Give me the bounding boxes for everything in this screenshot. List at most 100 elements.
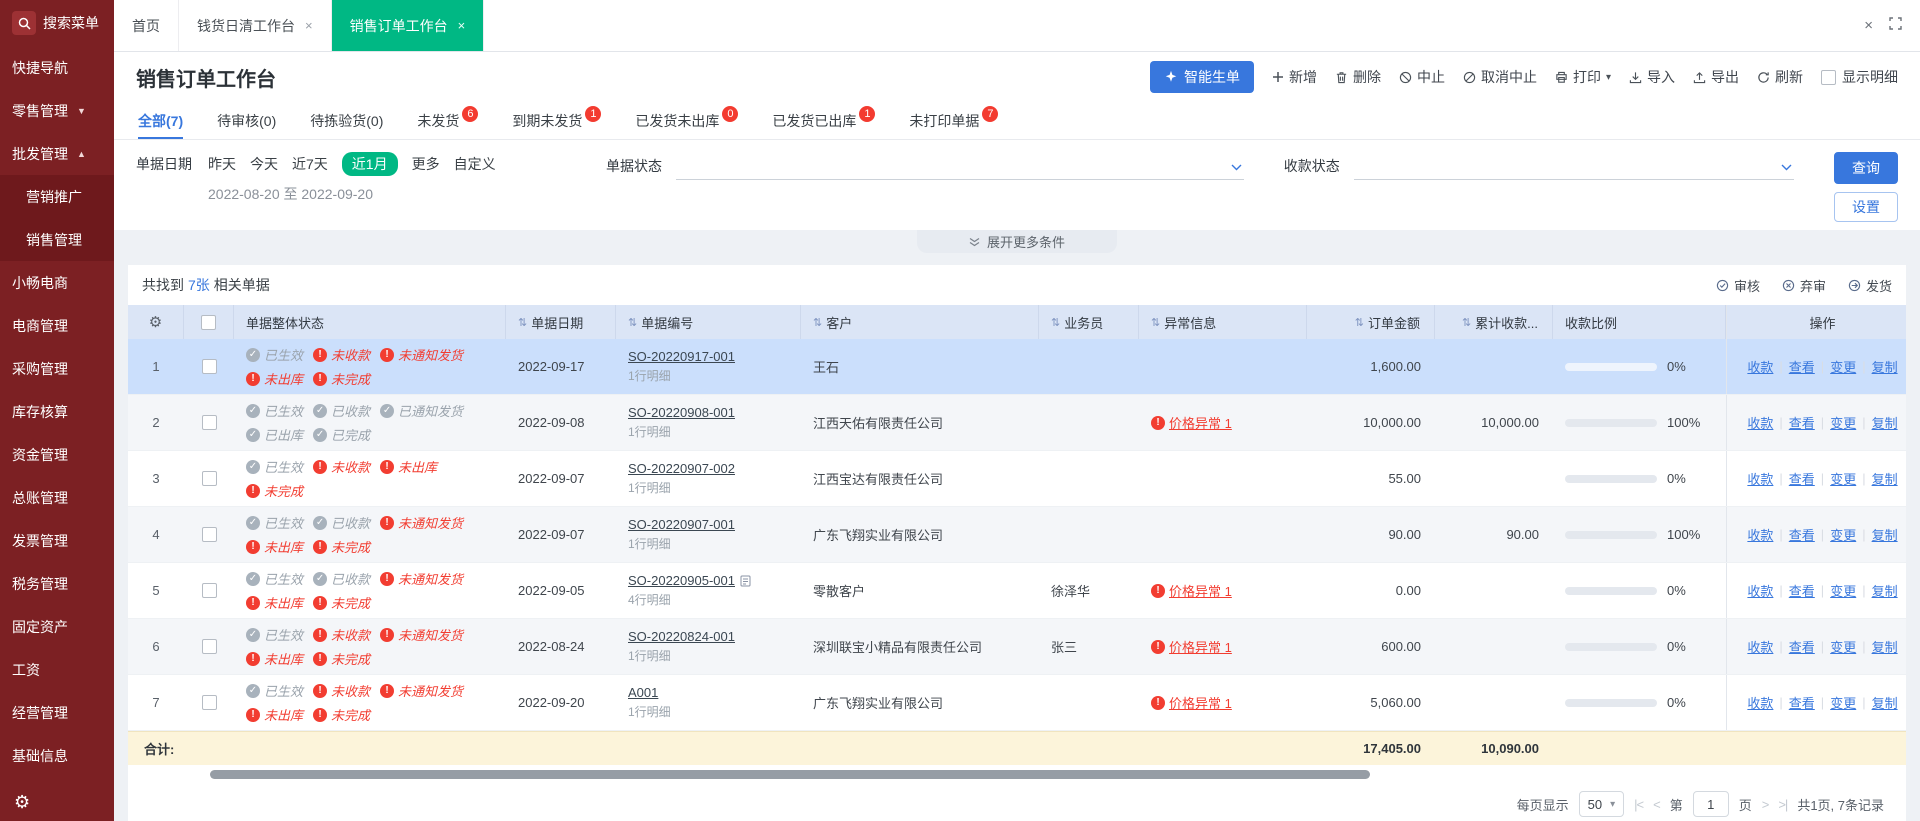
price-error-link[interactable]: 价格异常 1 xyxy=(1151,637,1232,656)
header-amount[interactable]: ⇅ 订单金额 xyxy=(1307,305,1435,339)
sidebar-item-base-info[interactable]: 基础信息 xyxy=(0,734,114,777)
quick-7days[interactable]: 近7天 xyxy=(292,154,328,174)
filter-tab-pending-pick[interactable]: 待拣验货(0) xyxy=(310,102,383,139)
price-error-link[interactable]: 价格异常 1 xyxy=(1151,413,1232,432)
row-checkbox[interactable] xyxy=(201,415,217,430)
column-settings-header[interactable]: ⚙ xyxy=(128,305,184,339)
filter-tab-all[interactable]: 全部(7) xyxy=(138,102,183,139)
expand-more-conditions[interactable]: 展开更多条件 xyxy=(917,230,1117,253)
quick-custom[interactable]: 自定义 xyxy=(454,154,496,174)
header-date[interactable]: ⇅ 单据日期 xyxy=(506,305,616,339)
per-page-select[interactable]: 50 ▾ xyxy=(1578,791,1625,817)
header-code[interactable]: ⇅ 单据编号 xyxy=(616,305,801,339)
filter-tab-shipped-not-out[interactable]: 已发货未出库 0 xyxy=(635,102,739,139)
next-page-icon[interactable]: > xyxy=(1762,797,1770,812)
header-salesman[interactable]: ⇅ 业务员 xyxy=(1039,305,1139,339)
import-button[interactable]: 导入 xyxy=(1629,67,1675,87)
quick-yesterday[interactable]: 昨天 xyxy=(208,154,236,174)
sidebar-item-invoice[interactable]: 发票管理 xyxy=(0,519,114,562)
op-change[interactable]: 变更 xyxy=(1830,581,1856,600)
op-collect[interactable]: 收款 xyxy=(1747,469,1773,488)
op-view[interactable]: 查看 xyxy=(1789,469,1815,488)
header-customer[interactable]: ⇅ 客户 xyxy=(801,305,1039,339)
op-view[interactable]: 查看 xyxy=(1789,693,1815,712)
sidebar-item-quick-nav[interactable]: 快捷导航 xyxy=(0,46,114,89)
op-copy[interactable]: 复制 xyxy=(1872,413,1898,432)
smart-generate-button[interactable]: 智能生单 xyxy=(1149,61,1254,93)
tab-close-icon[interactable]: × xyxy=(458,18,466,33)
doc-code-link[interactable]: SO-20220907-002 xyxy=(628,461,735,476)
sidebar-item-retail[interactable]: 零售管理 ▼ xyxy=(0,89,114,132)
cancel-abort-button[interactable]: 取消中止 xyxy=(1463,67,1537,87)
tab-sales-order-workbench[interactable]: 销售订单工作台 × xyxy=(331,0,485,51)
table-row[interactable]: 7 已生效 未收款 未通知发货 未出库 未完成 2022-09-20 A001 … xyxy=(128,675,1906,731)
delete-button[interactable]: 删除 xyxy=(1335,67,1381,87)
payment-status-select[interactable] xyxy=(1353,156,1794,180)
table-row[interactable]: 1 已生效 未收款 未通知发货 未出库 未完成 2022-09-17 SO-20… xyxy=(128,339,1906,395)
tab-daily-clearing[interactable]: 钱货日清工作台 × xyxy=(179,0,332,51)
row-checkbox[interactable] xyxy=(201,471,217,486)
op-copy[interactable]: 复制 xyxy=(1872,525,1898,544)
op-copy[interactable]: 复制 xyxy=(1872,357,1898,376)
price-error-link[interactable]: 价格异常 1 xyxy=(1151,693,1232,712)
filter-tab-unshipped[interactable]: 未发货 6 xyxy=(417,102,479,139)
print-button[interactable]: 打印 ▾ xyxy=(1555,67,1611,87)
fullscreen-icon[interactable] xyxy=(1889,17,1902,34)
op-collect[interactable]: 收款 xyxy=(1747,637,1773,656)
op-view[interactable]: 查看 xyxy=(1789,581,1815,600)
op-collect[interactable]: 收款 xyxy=(1747,581,1773,600)
header-received[interactable]: ⇅ 累计收款... xyxy=(1435,305,1553,339)
sidebar-item-fixed-assets[interactable]: 固定资产 xyxy=(0,605,114,648)
op-change[interactable]: 变更 xyxy=(1830,525,1856,544)
sidebar-item-ecommerce[interactable]: 电商管理 xyxy=(0,304,114,347)
sidebar-item-ledger[interactable]: 总账管理 xyxy=(0,476,114,519)
row-checkbox[interactable] xyxy=(201,695,217,710)
doc-code-link[interactable]: SO-20220907-001 xyxy=(628,517,735,532)
filter-tab-unprinted[interactable]: 未打印单据 7 xyxy=(909,102,999,139)
settings-gear-icon[interactable]: ⚙ xyxy=(14,792,30,813)
settings-button[interactable]: 设置 xyxy=(1834,192,1898,222)
op-copy[interactable]: 复制 xyxy=(1872,581,1898,600)
scrollbar-thumb[interactable] xyxy=(210,770,1371,779)
op-copy[interactable]: 复制 xyxy=(1872,469,1898,488)
last-page-icon[interactable]: >| xyxy=(1778,797,1788,812)
select-all-checkbox[interactable] xyxy=(201,314,216,330)
op-collect[interactable]: 收款 xyxy=(1747,413,1773,432)
first-page-icon[interactable]: |< xyxy=(1634,797,1644,812)
op-change[interactable]: 变更 xyxy=(1830,469,1856,488)
table-row[interactable]: 6 已生效 未收款 未通知发货 未出库 未完成 2022-08-24 SO-20… xyxy=(128,619,1906,675)
export-button[interactable]: 导出 xyxy=(1693,67,1739,87)
doc-code-link[interactable]: SO-20220824-001 xyxy=(628,629,735,644)
doc-code-link[interactable]: SO-20220905-001 xyxy=(628,573,751,588)
sidebar-item-tax[interactable]: 税务管理 xyxy=(0,562,114,605)
unaudit-action[interactable]: 弃审 xyxy=(1782,276,1826,295)
header-error[interactable]: ⇅ 异常信息 xyxy=(1139,305,1307,339)
op-copy[interactable]: 复制 xyxy=(1872,693,1898,712)
audit-action[interactable]: 审核 xyxy=(1716,276,1760,295)
table-row[interactable]: 3 已生效 未收款 未出库 未完成 2022-09-07 SO-20220907… xyxy=(128,451,1906,507)
query-button[interactable]: 查询 xyxy=(1834,152,1898,184)
show-detail-checkbox[interactable] xyxy=(1821,69,1836,85)
quick-more[interactable]: 更多 xyxy=(412,154,440,174)
op-change[interactable]: 变更 xyxy=(1830,637,1856,656)
row-checkbox[interactable] xyxy=(201,583,217,598)
sidebar-item-inventory[interactable]: 库存核算 xyxy=(0,390,114,433)
tab-home[interactable]: 首页 xyxy=(114,0,179,51)
op-view[interactable]: 查看 xyxy=(1789,637,1815,656)
tab-close-icon[interactable]: × xyxy=(305,18,313,33)
op-change[interactable]: 变更 xyxy=(1830,413,1856,432)
close-icon[interactable]: × xyxy=(1864,17,1873,34)
row-checkbox[interactable] xyxy=(201,639,217,654)
table-row[interactable]: 4 已生效 已收款 未通知发货 未出库 未完成 2022-09-07 SO-20… xyxy=(128,507,1906,563)
quick-1month-active[interactable]: 近1月 xyxy=(341,152,398,176)
sidebar-item-payroll[interactable]: 工资 xyxy=(0,648,114,691)
op-view[interactable]: 查看 xyxy=(1789,357,1815,376)
filter-tab-shipped-out[interactable]: 已发货已出库 1 xyxy=(772,102,876,139)
op-change[interactable]: 变更 xyxy=(1830,693,1856,712)
op-view[interactable]: 查看 xyxy=(1789,413,1815,432)
sidebar-item-marketing[interactable]: 营销推广 xyxy=(0,175,114,218)
doc-status-select[interactable] xyxy=(676,156,1244,180)
sidebar-item-xiaochang-ec[interactable]: 小畅电商 xyxy=(0,261,114,304)
prev-page-icon[interactable]: < xyxy=(1653,797,1661,812)
sidebar-item-wholesale[interactable]: 批发管理 ▲ xyxy=(0,132,114,175)
